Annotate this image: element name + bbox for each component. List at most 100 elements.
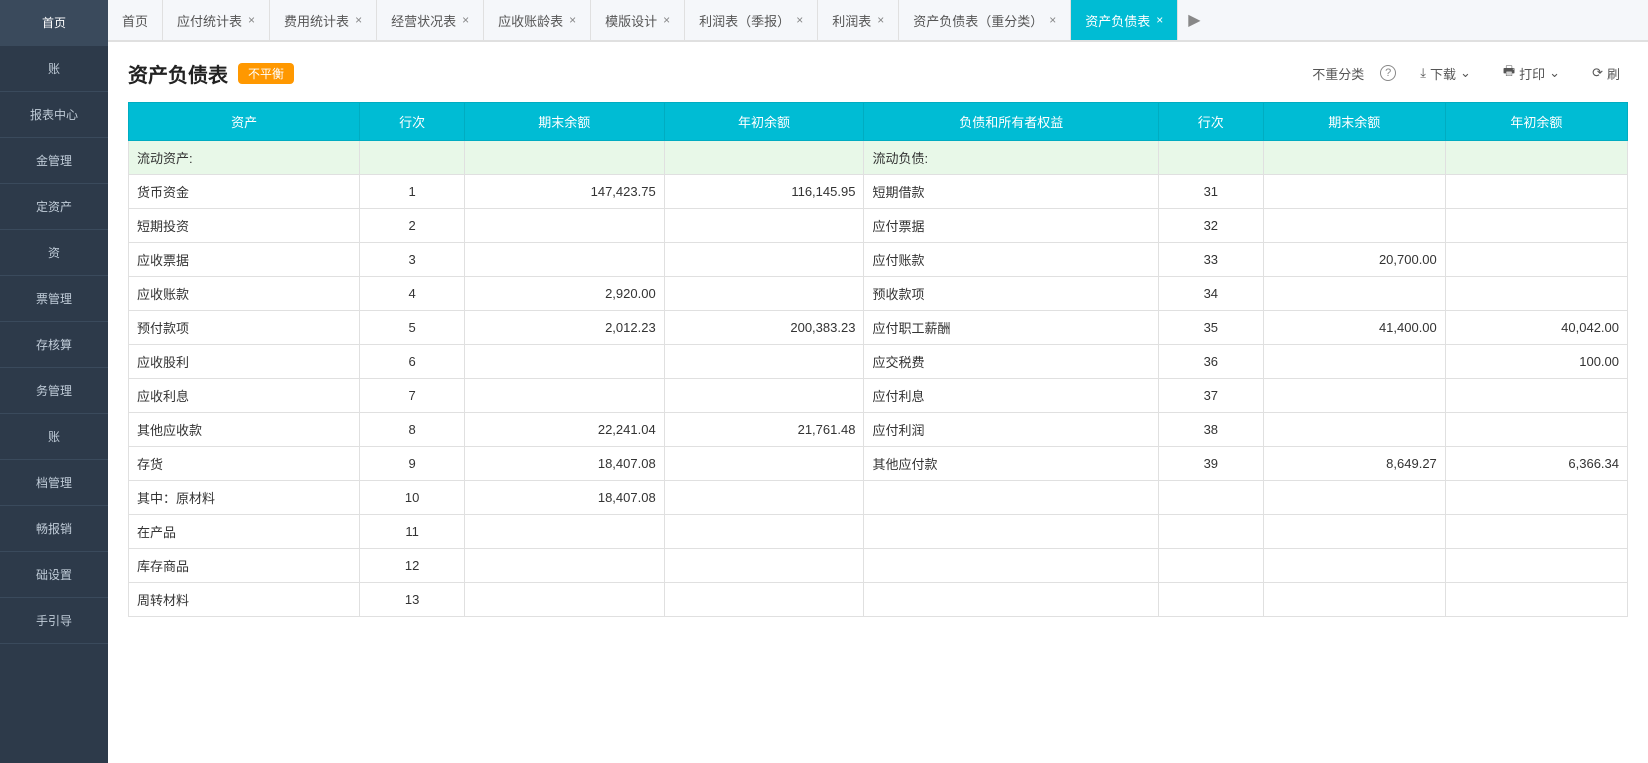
right-name[interactable] — [864, 549, 1159, 583]
tab-expense-stat[interactable]: 费用统计表 × — [270, 0, 377, 41]
sidebar-item-ticket-mgmt[interactable]: 票管理 — [0, 276, 108, 322]
tab-profit[interactable]: 利润表 × — [818, 0, 899, 41]
print-button[interactable]: 🖶 打印 ⌄ — [1495, 58, 1568, 88]
left-begin-balance — [664, 583, 864, 617]
sidebar-item-ledger[interactable]: 账 — [0, 414, 108, 460]
tab-balance-reclassify[interactable]: 资产负债表（重分类） × — [899, 0, 1071, 41]
left-end-balance: 147,423.75 — [464, 175, 664, 209]
left-name[interactable]: 周转材料 — [129, 583, 360, 617]
right-name[interactable] — [864, 583, 1159, 617]
left-name[interactable]: 存货 — [129, 447, 360, 481]
tab-balance-reclassify-close[interactable]: × — [1049, 13, 1056, 27]
tab-template-design-label: 模版设计 — [605, 11, 657, 30]
unbalanced-badge: 不平衡 — [238, 63, 294, 84]
right-name[interactable]: 应付利润 — [864, 413, 1159, 447]
tab-profit-close[interactable]: × — [877, 13, 884, 27]
left-name[interactable]: 货币资金 — [129, 175, 360, 209]
tab-receivable-aging[interactable]: 应收账龄表 × — [484, 0, 591, 41]
tab-expense-stat-label: 费用统计表 — [284, 11, 349, 30]
right-end-balance — [1263, 175, 1445, 209]
sidebar-item-account[interactable]: 账 — [0, 46, 108, 92]
right-row-num: 34 — [1158, 277, 1263, 311]
left-name[interactable]: 应收利息 — [129, 379, 360, 413]
right-end-balance — [1263, 379, 1445, 413]
sidebar-item-archive[interactable]: 档管理 — [0, 460, 108, 506]
left-name[interactable]: 库存商品 — [129, 549, 360, 583]
tab-receivable-aging-close[interactable]: × — [569, 13, 576, 27]
tab-profit-quarterly[interactable]: 利润表（季报） × — [685, 0, 818, 41]
refresh-button[interactable]: ⟳ 刷 — [1584, 60, 1628, 87]
sidebar-item-expense[interactable]: 畅报销 — [0, 506, 108, 552]
right-name[interactable] — [864, 515, 1159, 549]
right-name[interactable]: 应付职工薪酬 — [864, 311, 1159, 345]
left-name[interactable]: 短期投资 — [129, 209, 360, 243]
sidebar-item-assets[interactable]: 资 — [0, 230, 108, 276]
sidebar-item-inventory[interactable]: 存核算 — [0, 322, 108, 368]
table-row: 预付款项 5 2,012.23 200,383.23 应付职工薪酬 35 41,… — [129, 311, 1628, 345]
sidebar-item-fixed-assets[interactable]: 定资产 — [0, 184, 108, 230]
left-section-label: 流动资产: — [129, 141, 360, 175]
section-end-left — [464, 141, 664, 175]
left-row-num: 9 — [360, 447, 465, 481]
right-name[interactable]: 应付利息 — [864, 379, 1159, 413]
tab-profit-quarterly-close[interactable]: × — [796, 13, 803, 27]
not-reclassify-label: 不重分类 — [1312, 64, 1364, 83]
table-row: 应收账款 4 2,920.00 预收款项 34 — [129, 277, 1628, 311]
left-name[interactable]: 应收股利 — [129, 345, 360, 379]
tab-home[interactable]: 首页 — [108, 0, 163, 41]
tab-payable-stat-close[interactable]: × — [248, 13, 255, 27]
sidebar-item-tax-mgmt[interactable]: 务管理 — [0, 368, 108, 414]
download-button[interactable]: ⤓ 下载 ⌄ — [1412, 60, 1479, 87]
tab-operation-stat-label: 经营状况表 — [391, 11, 456, 30]
right-name[interactable]: 应交税费 — [864, 345, 1159, 379]
right-begin-balance: 6,366.34 — [1445, 447, 1627, 481]
content-area: 资产负债表 不平衡 不重分类 ? ⤓ 下载 ⌄ 🖶 打印 ⌄ ⟳ 刷 — [108, 42, 1648, 763]
th-end-balance-right: 期末余额 — [1263, 103, 1445, 141]
left-begin-balance — [664, 345, 864, 379]
sidebar: 首页 账 报表中心 金管理 定资产 资 票管理 存核算 务管理 账 档管理 畅报… — [0, 0, 108, 763]
table-row: 周转材料 13 — [129, 583, 1628, 617]
th-begin-balance-right: 年初余额 — [1445, 103, 1627, 141]
right-name[interactable]: 应付票据 — [864, 209, 1159, 243]
left-end-balance — [464, 243, 664, 277]
tab-expense-stat-close[interactable]: × — [355, 13, 362, 27]
left-name[interactable]: 其他应收款 — [129, 413, 360, 447]
tab-balance[interactable]: 资产负债表 × — [1071, 0, 1178, 41]
tab-payable-stat-label: 应付统计表 — [177, 11, 242, 30]
sidebar-item-guide[interactable]: 手引导 — [0, 598, 108, 644]
tab-template-design-close[interactable]: × — [663, 13, 670, 27]
help-icon[interactable]: ? — [1380, 65, 1396, 81]
sidebar-item-report-center[interactable]: 报表中心 — [0, 92, 108, 138]
tab-operation-stat[interactable]: 经营状况表 × — [377, 0, 484, 41]
sidebar-item-home[interactable]: 首页 — [0, 0, 108, 46]
table-row: 其中：原材料 10 18,407.08 — [129, 481, 1628, 515]
sidebar-item-basic-settings[interactable]: 础设置 — [0, 552, 108, 598]
left-name[interactable]: 预付款项 — [129, 311, 360, 345]
left-row-num: 6 — [360, 345, 465, 379]
left-name[interactable]: 应收票据 — [129, 243, 360, 277]
tab-operation-stat-close[interactable]: × — [462, 13, 469, 27]
left-name[interactable]: 其中：原材料 — [129, 481, 360, 515]
th-row-num-right: 行次 — [1158, 103, 1263, 141]
th-begin-balance-left: 年初余额 — [664, 103, 864, 141]
right-name[interactable]: 其他应付款 — [864, 447, 1159, 481]
right-begin-balance: 40,042.00 — [1445, 311, 1627, 345]
page-title: 资产负债表 — [128, 59, 228, 88]
left-row-num: 2 — [360, 209, 465, 243]
left-name[interactable]: 应收账款 — [129, 277, 360, 311]
right-begin-balance — [1445, 277, 1627, 311]
right-row-num: 32 — [1158, 209, 1263, 243]
tab-template-design[interactable]: 模版设计 × — [591, 0, 685, 41]
section-row-num-left — [360, 141, 465, 175]
left-name[interactable]: 在产品 — [129, 515, 360, 549]
right-name[interactable]: 应付账款 — [864, 243, 1159, 277]
tab-payable-stat[interactable]: 应付统计表 × — [163, 0, 270, 41]
tab-balance-label: 资产负债表 — [1085, 11, 1150, 30]
sidebar-item-cash-mgmt[interactable]: 金管理 — [0, 138, 108, 184]
right-name[interactable]: 预收款项 — [864, 277, 1159, 311]
right-begin-balance — [1445, 413, 1627, 447]
tab-scroll-right[interactable]: ▶ — [1178, 10, 1210, 30]
right-name[interactable] — [864, 481, 1159, 515]
tab-balance-close[interactable]: × — [1156, 13, 1163, 27]
right-name[interactable]: 短期借款 — [864, 175, 1159, 209]
